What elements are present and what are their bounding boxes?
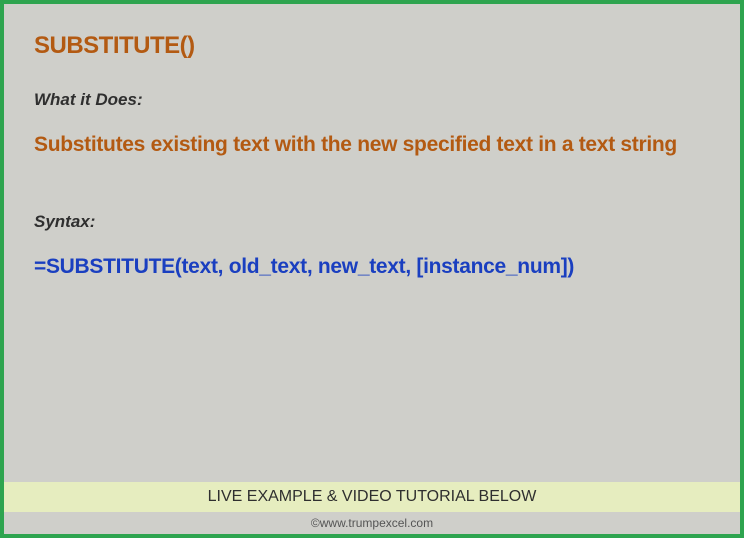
syntax-label: Syntax:	[34, 212, 710, 232]
live-example-banner: LIVE EXAMPLE & VIDEO TUTORIAL BELOW	[4, 482, 740, 512]
function-description: Substitutes existing text with the new s…	[34, 124, 710, 166]
footer-credit: ©www.trumpexcel.com	[4, 516, 740, 530]
function-title: SUBSTITUTE()	[34, 32, 710, 60]
syntax-code: =SUBSTITUTE(text, old_text, new_text, [i…	[34, 246, 710, 288]
what-it-does-label: What it Does:	[34, 90, 710, 110]
function-card: SUBSTITUTE() What it Does: Substitutes e…	[0, 0, 744, 538]
content-area: SUBSTITUTE() What it Does: Substitutes e…	[4, 4, 740, 288]
